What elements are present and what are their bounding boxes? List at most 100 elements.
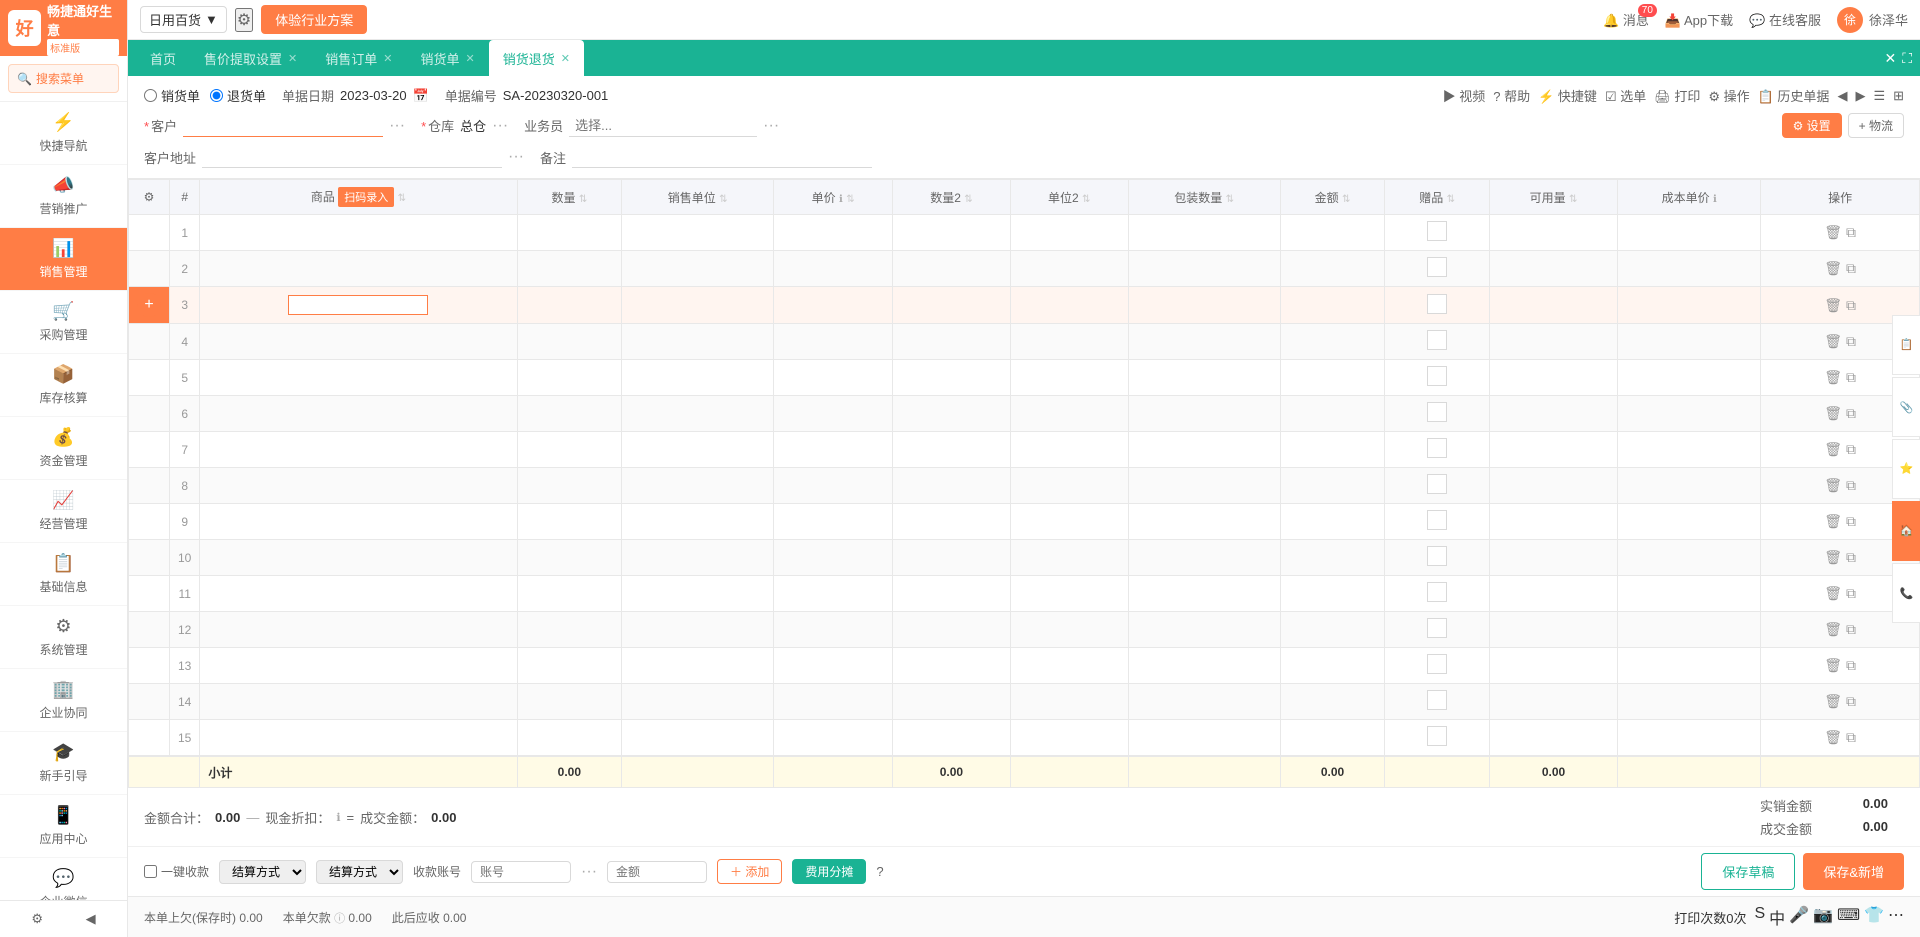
row-gift-cell[interactable] bbox=[1385, 504, 1490, 540]
sidebar-item-newbie[interactable]: 🎓 新手引导 bbox=[0, 732, 127, 795]
row-amount-cell[interactable] bbox=[1280, 287, 1385, 324]
row-unit2-cell[interactable] bbox=[1010, 468, 1128, 504]
row-price-cell[interactable] bbox=[774, 468, 893, 504]
row-available-cell[interactable] bbox=[1489, 576, 1617, 612]
row-delete-btn[interactable]: 🗑 bbox=[1824, 549, 1842, 566]
row-quantity-cell[interactable] bbox=[517, 324, 622, 360]
customer-dots[interactable]: ··· bbox=[389, 117, 405, 135]
row-delete-btn[interactable]: 🗑 bbox=[1824, 405, 1842, 422]
row-copy-btn[interactable]: ⧉ bbox=[1846, 260, 1856, 277]
radio-sale-return-input[interactable] bbox=[210, 89, 223, 102]
gift-checkbox[interactable] bbox=[1427, 474, 1447, 494]
row-product-cell[interactable] bbox=[200, 251, 517, 287]
list-view-btn[interactable]: ☰ bbox=[1873, 88, 1885, 104]
row-product-cell[interactable] bbox=[200, 648, 517, 684]
row-pack-qty-cell[interactable] bbox=[1128, 468, 1280, 504]
row-product-cell[interactable] bbox=[200, 612, 517, 648]
row-cost-price-cell[interactable] bbox=[1618, 576, 1761, 612]
fee-help-btn[interactable]: ? bbox=[876, 864, 883, 879]
row-delete-btn[interactable]: 🗑 bbox=[1824, 260, 1842, 277]
row-sale-unit-cell[interactable] bbox=[622, 324, 774, 360]
tab-sale-delivery-close[interactable]: ✕ bbox=[466, 52, 475, 65]
row-available-cell[interactable] bbox=[1489, 720, 1617, 757]
row-qty2-cell[interactable] bbox=[893, 504, 1011, 540]
row-cost-price-cell[interactable] bbox=[1618, 432, 1761, 468]
next-record-btn[interactable]: ▶ bbox=[1855, 88, 1865, 104]
pack-sort-icon[interactable]: ⇅ bbox=[1226, 194, 1234, 205]
sidebar-settings-btn[interactable]: ⚙ bbox=[31, 911, 43, 927]
row-sale-unit-cell[interactable] bbox=[622, 396, 774, 432]
row-gift-cell[interactable] bbox=[1385, 612, 1490, 648]
row-unit2-cell[interactable] bbox=[1010, 287, 1128, 324]
right-panel-btn-3[interactable]: ⭐ bbox=[1892, 439, 1920, 499]
row-price-cell[interactable] bbox=[774, 396, 893, 432]
notifications-btn[interactable]: 🔔 消息 70 bbox=[1603, 10, 1649, 29]
row-copy-btn[interactable]: ⧉ bbox=[1846, 333, 1856, 350]
sidebar-item-quick-nav[interactable]: ⚡ 快捷导航 bbox=[0, 102, 127, 165]
price-info-icon[interactable]: ℹ bbox=[839, 194, 843, 205]
sidebar-item-enterprise[interactable]: 🏢 企业协同 bbox=[0, 669, 127, 732]
gift-checkbox[interactable] bbox=[1427, 330, 1447, 350]
radio-sale-return[interactable]: 退货单 bbox=[210, 86, 266, 105]
row-available-cell[interactable] bbox=[1489, 215, 1617, 251]
row-gift-cell[interactable] bbox=[1385, 215, 1490, 251]
sidebar-item-operations[interactable]: 📈 经营管理 bbox=[0, 480, 127, 543]
row-pack-qty-cell[interactable] bbox=[1128, 432, 1280, 468]
row-unit2-cell[interactable] bbox=[1010, 612, 1128, 648]
row-available-cell[interactable] bbox=[1489, 648, 1617, 684]
row-sale-unit-cell[interactable] bbox=[622, 251, 774, 287]
sidebar-item-finance[interactable]: 💰 资金管理 bbox=[0, 417, 127, 480]
row-qty2-cell[interactable] bbox=[893, 251, 1011, 287]
row-qty2-cell[interactable] bbox=[893, 720, 1011, 757]
row-price-cell[interactable] bbox=[774, 504, 893, 540]
gift-checkbox[interactable] bbox=[1427, 726, 1447, 746]
row-price-cell[interactable] bbox=[774, 251, 893, 287]
sidebar-item-app-center[interactable]: 📱 应用中心 bbox=[0, 795, 127, 858]
amount-input[interactable] bbox=[607, 861, 707, 883]
row-product-cell[interactable] bbox=[200, 287, 517, 324]
row-amount-cell[interactable] bbox=[1280, 396, 1385, 432]
sidebar-collapse-btn[interactable]: ◀ bbox=[86, 911, 96, 927]
row-available-cell[interactable] bbox=[1489, 468, 1617, 504]
row-pack-qty-cell[interactable] bbox=[1128, 576, 1280, 612]
row-qty2-cell[interactable] bbox=[893, 540, 1011, 576]
gift-checkbox[interactable] bbox=[1427, 690, 1447, 710]
row-delete-btn[interactable]: 🗑 bbox=[1824, 621, 1842, 638]
history-btn[interactable]: 📋 历史单据 bbox=[1758, 86, 1830, 105]
row-sale-unit-cell[interactable] bbox=[622, 612, 774, 648]
row-product-cell[interactable] bbox=[200, 540, 517, 576]
right-panel-btn-4[interactable]: 🏠 bbox=[1892, 501, 1920, 561]
warehouse-dots[interactable]: ··· bbox=[492, 117, 508, 135]
row-available-cell[interactable] bbox=[1489, 251, 1617, 287]
row-quantity-cell[interactable] bbox=[517, 360, 622, 396]
address-dots[interactable]: ··· bbox=[508, 148, 524, 166]
tab-expand-btn[interactable]: ⛶ bbox=[1902, 50, 1912, 67]
row-available-cell[interactable] bbox=[1489, 612, 1617, 648]
tab-sale-return-close[interactable]: ✕ bbox=[561, 52, 570, 65]
row-gift-cell[interactable] bbox=[1385, 648, 1490, 684]
row-delete-btn[interactable]: 🗑 bbox=[1824, 513, 1842, 530]
row-available-cell[interactable] bbox=[1489, 504, 1617, 540]
row-cost-price-cell[interactable] bbox=[1618, 215, 1761, 251]
row-qty2-cell[interactable] bbox=[893, 215, 1011, 251]
row-copy-btn[interactable]: ⧉ bbox=[1846, 297, 1856, 314]
row-qty2-cell[interactable] bbox=[893, 432, 1011, 468]
row-price-cell[interactable] bbox=[774, 287, 893, 324]
row-copy-btn[interactable]: ⧉ bbox=[1846, 729, 1856, 746]
row-copy-btn[interactable]: ⧉ bbox=[1846, 513, 1856, 530]
row-sale-unit-cell[interactable] bbox=[622, 576, 774, 612]
row-pack-qty-cell[interactable] bbox=[1128, 360, 1280, 396]
row-unit2-cell[interactable] bbox=[1010, 360, 1128, 396]
row-quantity-cell[interactable] bbox=[517, 215, 622, 251]
row-delete-btn[interactable]: 🗑 bbox=[1824, 333, 1842, 350]
price-sort-icon[interactable]: ⇅ bbox=[846, 194, 854, 205]
sidebar-item-basic-info[interactable]: 📋 基础信息 bbox=[0, 543, 127, 606]
tab-sale-order-close[interactable]: ✕ bbox=[383, 52, 392, 65]
qty2-sort-icon[interactable]: ⇅ bbox=[964, 194, 972, 205]
row-price-cell[interactable] bbox=[774, 720, 893, 757]
radio-sale-delivery-input[interactable] bbox=[144, 89, 157, 102]
tab-sale-order[interactable]: 销售订单 ✕ bbox=[311, 40, 406, 76]
gift-checkbox[interactable] bbox=[1427, 582, 1447, 602]
row-available-cell[interactable] bbox=[1489, 396, 1617, 432]
row-amount-cell[interactable] bbox=[1280, 576, 1385, 612]
